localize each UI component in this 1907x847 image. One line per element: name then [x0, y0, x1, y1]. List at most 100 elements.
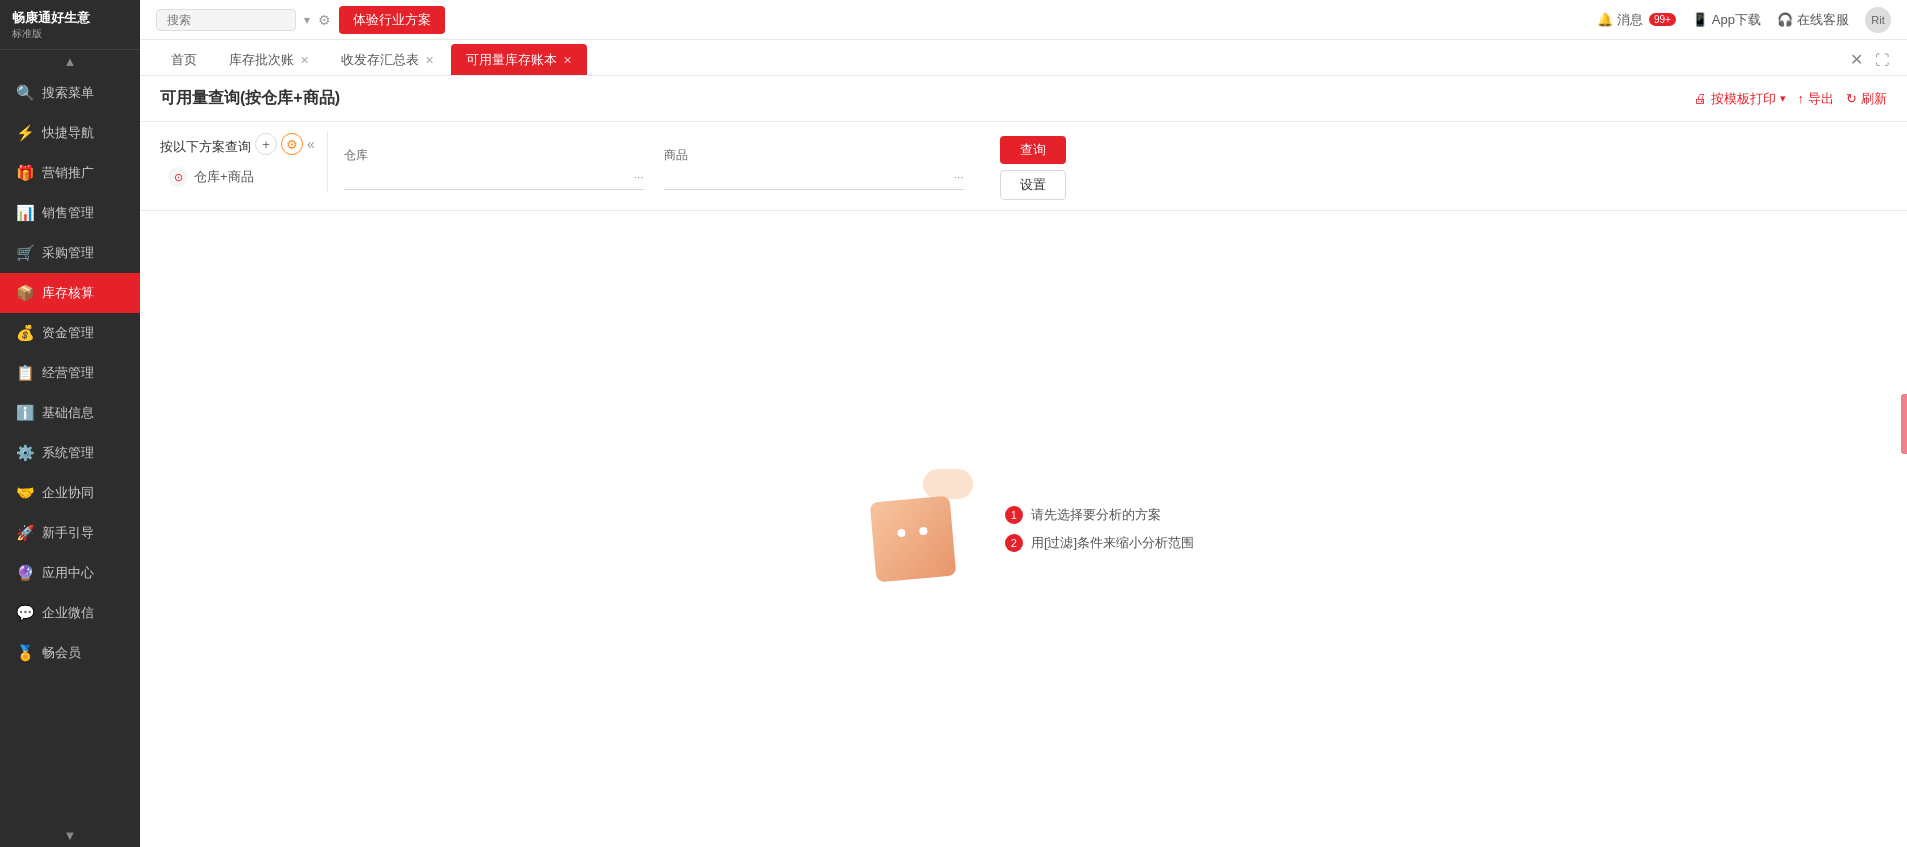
sidebar: 畅康通好生意 标准版 ▲ 🔍搜索菜单⚡快捷导航🎁营销推广📊销售管理🛒采购管理 📦 库… [0, 0, 140, 847]
sidebar-item-sales-mgmt[interactable]: 📊销售管理 [0, 193, 140, 233]
online-service-btn[interactable]: 🎧 在线客服 [1777, 11, 1849, 29]
sidebar-icon-system-mgmt: ⚙️ [16, 444, 34, 462]
tab-home[interactable]: 首页 [156, 44, 212, 75]
query-actions: 查询 设置 [984, 136, 1066, 200]
hint-number-1: 1 [1005, 506, 1023, 524]
messages-btn[interactable]: 🔔 消息 99+ [1597, 11, 1676, 29]
gear-icon[interactable]: ⚙ [318, 12, 331, 28]
sidebar-nav: 🔍搜索菜单⚡快捷导航🎁营销推广📊销售管理🛒采购管理 📦 库存核算 💰资金管理 📋 经营管理… [0, 73, 140, 824]
tab-close-receipt-summary[interactable]: ✕ [425, 55, 434, 66]
sidebar-icon-member: 🏅 [16, 644, 34, 662]
topbar: ▾ ⚙ 体验行业方案 🔔 消息 99+ 📱 App下载 🎧 在线客服 Rit [140, 0, 1907, 40]
bell-icon: 🔔 [1597, 12, 1613, 27]
sidebar-item-search[interactable]: 🔍搜索菜单 [0, 73, 140, 113]
sidebar-label-new-user-guide: 新手引导 [42, 524, 94, 542]
headset-icon: 🎧 [1777, 12, 1793, 27]
sidebar-item-enterprise-collab[interactable]: 🤝企业协同 [0, 473, 140, 513]
search-input[interactable] [156, 9, 296, 31]
sidebar-item-marketing-promo[interactable]: 🎁营销推广 [0, 153, 140, 193]
sidebar-item-enterprise-wechat[interactable]: 💬企业微信 [0, 593, 140, 633]
warehouse-label: 仓库 [344, 147, 644, 164]
hint-number-2: 2 [1005, 534, 1023, 552]
tab-close-batch-account[interactable]: ✕ [300, 55, 309, 66]
expand-icon[interactable]: ⛶ [1873, 50, 1891, 70]
warehouse-input[interactable] [344, 170, 630, 185]
content-area: 可用量查询(按仓库+商品) 🖨 按模板打印 ▾ ↑ 导出 ↻ 刷新 [140, 76, 1907, 847]
sidebar-item-fund-mgmt[interactable]: 💰资金管理 [0, 313, 140, 353]
query-button[interactable]: 查询 [1000, 136, 1066, 164]
sidebar-icon-sales-mgmt: 📊 [16, 204, 34, 222]
printer-icon: 🖨 [1694, 91, 1707, 106]
tab-receipt-summary[interactable]: 收发存汇总表✕ [326, 44, 449, 75]
add-scheme-btn[interactable]: + [255, 133, 277, 155]
sidebar-item-system-mgmt[interactable]: ⚙️ 系统管理 [0, 433, 140, 473]
sidebar-icon-new-user-guide: 🚀 [16, 524, 34, 542]
messages-label: 消息 [1617, 11, 1643, 29]
tab-batch-account[interactable]: 库存批次账 ✕ [214, 44, 324, 75]
collapse-btn[interactable]: « [307, 136, 315, 152]
empty-text: 1 请先选择要分析的方案 2 用[过滤]条件来缩小分析范围 [1005, 506, 1194, 552]
sidebar-label-system-mgmt: 系统管理 [42, 444, 94, 462]
messages-badge: 99+ [1649, 13, 1676, 26]
tab-label-available-ledger: 可用量库存账本 [466, 51, 557, 69]
sidebar-item-app-center[interactable]: 🔮应用中心 [0, 553, 140, 593]
scheme-item[interactable]: ⊙ 仓库+商品 [160, 162, 315, 192]
page-title: 可用量查询(按仓库+商品) [160, 88, 340, 109]
print-button[interactable]: 🖨 按模板打印 ▾ [1694, 90, 1786, 108]
app-name: 畅康通好生意 [12, 10, 128, 27]
settings-button[interactable]: 设置 [1000, 170, 1066, 200]
empty-box-face [870, 496, 957, 583]
trial-button[interactable]: 体验行业方案 [339, 6, 445, 34]
sidebar-scroll-up[interactable]: ▲ [0, 50, 140, 73]
sidebar-item-new-user-guide[interactable]: 🚀 新手引导 [0, 513, 140, 553]
sidebar-item-operation-mgmt[interactable]: 📋 经营管理 [0, 353, 140, 393]
user-name: Rit [1871, 14, 1884, 26]
tab-close-available-ledger[interactable]: ✕ [563, 55, 572, 66]
sidebar-label-inventory-accounting: 库存核算 [42, 284, 94, 302]
sidebar-scroll-down[interactable]: ▼ [0, 824, 140, 847]
chevron-down-icon[interactable]: ▾ [304, 13, 310, 27]
empty-box-eye-right [919, 527, 928, 536]
tab-label-batch-account: 库存批次账 [229, 51, 294, 69]
topbar-left: ▾ ⚙ 体验行业方案 [156, 6, 445, 34]
empty-state: 1 请先选择要分析的方案 2 用[过滤]条件来缩小分析范围 [140, 211, 1907, 847]
product-dots[interactable]: ··· [954, 170, 964, 184]
sidebar-label-search: 搜索菜单 [42, 84, 94, 102]
app-download-label: App下载 [1712, 11, 1761, 29]
product-input[interactable] [664, 170, 950, 185]
app-edition: 标准版 [12, 27, 128, 41]
sidebar-item-quick-nav[interactable]: ⚡快捷导航 [0, 113, 140, 153]
settings-scheme-btn[interactable]: ⚙ [281, 133, 303, 155]
warehouse-dots[interactable]: ··· [634, 170, 644, 184]
sidebar-label-basic-info: 基础信息 [42, 404, 94, 422]
sidebar-item-basic-info[interactable]: ℹ️基础信息 [0, 393, 140, 433]
sidebar-item-member[interactable]: 🏅畅会员 [0, 633, 140, 673]
phone-icon: 📱 [1692, 12, 1708, 27]
sidebar-logo: 畅康通好生意 标准版 [0, 0, 140, 50]
scheme-label: 仓库+商品 [194, 168, 254, 186]
print-dropdown-icon[interactable]: ▾ [1780, 92, 1786, 105]
collapse-icon: « [307, 136, 315, 152]
scheme-icon-symbol: ⊙ [174, 171, 183, 184]
sidebar-item-inventory-accounting[interactable]: 📦 库存核算 [0, 273, 140, 313]
empty-hint-2: 2 用[过滤]条件来缩小分析范围 [1005, 534, 1194, 552]
export-button[interactable]: ↑ 导出 [1798, 90, 1835, 108]
tab-available-ledger[interactable]: 可用量库存账本 ✕ [451, 44, 587, 75]
app-download-btn[interactable]: 📱 App下载 [1692, 11, 1761, 29]
sidebar-icon-app-center: 🔮 [16, 564, 34, 582]
sidebar-icon-enterprise-collab: 🤝 [16, 484, 34, 502]
product-field: 商品 ··· [664, 147, 964, 190]
refresh-label: 刷新 [1861, 90, 1887, 108]
online-service-label: 在线客服 [1797, 11, 1849, 29]
refresh-button[interactable]: ↻ 刷新 [1846, 90, 1887, 108]
sidebar-icon-enterprise-wechat: 💬 [16, 604, 34, 622]
sidebar-label-fund-mgmt: 资金管理 [42, 324, 94, 342]
filter-fields: 仓库 ··· 商品 ··· 查询 设置 [328, 132, 1887, 200]
sidebar-item-purchase-mgmt[interactable]: 🛒采购管理 [0, 233, 140, 273]
sidebar-icon-operation-mgmt: 📋 [16, 364, 34, 382]
refresh-icon: ↻ [1846, 91, 1857, 106]
close-tab-icon[interactable]: ✕ [1848, 48, 1865, 71]
user-avatar[interactable]: Rit [1865, 7, 1891, 33]
sidebar-label-operation-mgmt: 经营管理 [42, 364, 94, 382]
sidebar-icon-inventory-accounting: 📦 [16, 284, 34, 302]
